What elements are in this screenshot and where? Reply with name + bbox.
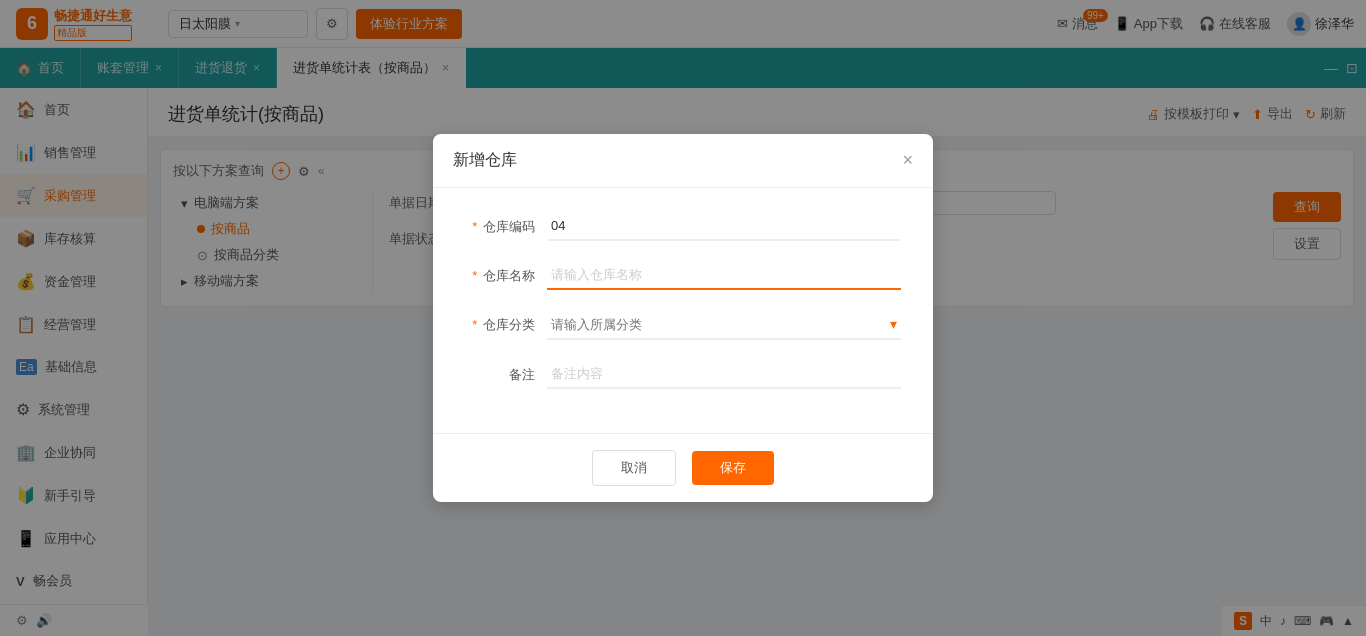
category-input[interactable] [551,317,890,332]
add-warehouse-modal: 新增仓库 × * 仓库编码 * 仓库名称 [433,134,933,502]
warehouse-code-input[interactable] [547,212,901,241]
save-button[interactable]: 保存 [692,451,774,485]
name-label: * 仓库名称 [465,267,535,285]
warehouse-category-row: * 仓库分类 ▾ [465,310,901,340]
modal-body: * 仓库编码 * 仓库名称 * 仓库分类 [433,188,933,433]
cancel-button[interactable]: 取消 [592,450,676,486]
remark-input[interactable] [547,360,901,389]
modal-footer: 取消 保存 [433,433,933,502]
modal-header: 新增仓库 × [433,134,933,188]
warehouse-code-row: * 仓库编码 [465,212,901,241]
modal-close-button[interactable]: × [902,150,913,171]
category-label: * 仓库分类 [465,316,535,334]
modal-overlay: 新增仓库 × * 仓库编码 * 仓库名称 [0,0,1366,636]
code-label: * 仓库编码 [465,218,535,236]
remark-row: 备注 [465,360,901,389]
remark-label: 备注 [465,366,535,384]
category-dropdown-arrow: ▾ [890,316,897,332]
warehouse-category-select[interactable]: ▾ [547,310,901,340]
modal-title: 新增仓库 [453,150,517,171]
warehouse-name-row: * 仓库名称 [465,261,901,290]
warehouse-name-input[interactable] [547,261,901,290]
